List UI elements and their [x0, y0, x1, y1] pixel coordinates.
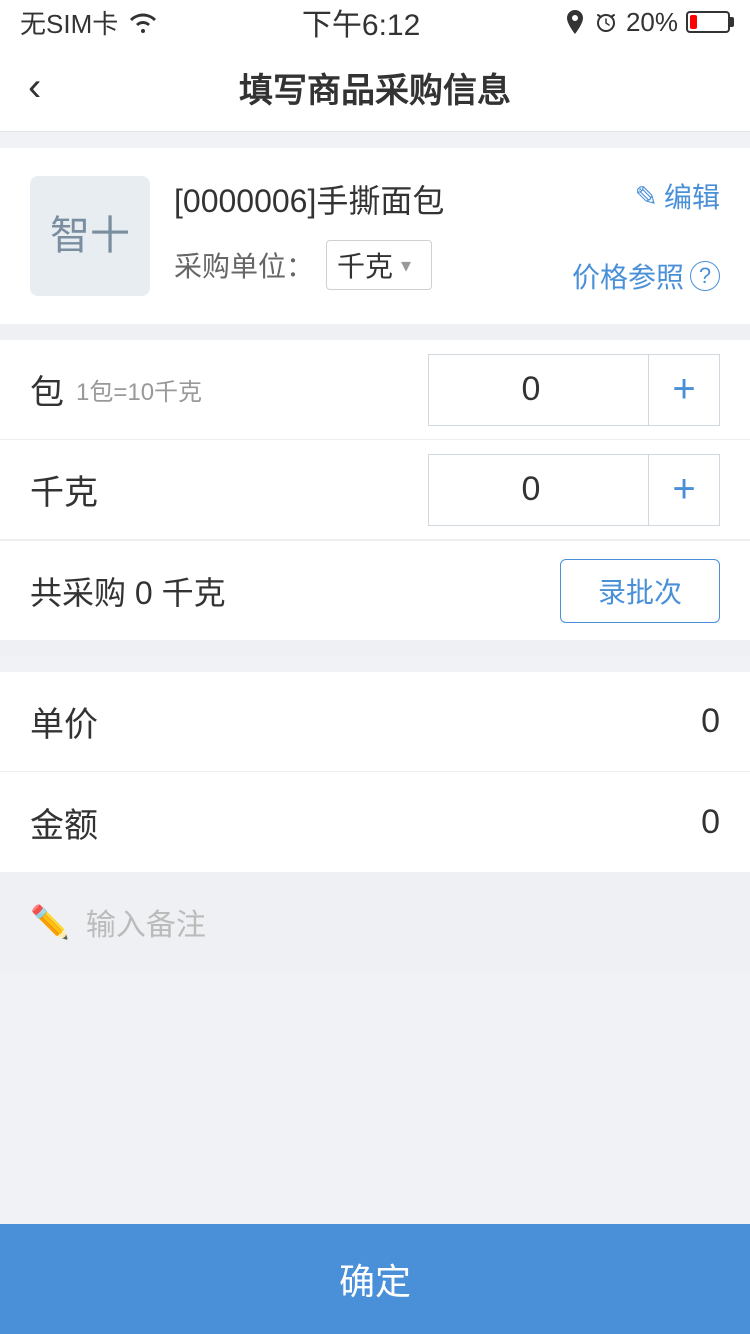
unit-select[interactable]: 千克 ▾: [326, 240, 432, 290]
page-title: 填写商品采购信息: [239, 63, 511, 112]
summary-prefix: 共采购: [30, 575, 126, 611]
unit-value: 千克: [337, 245, 393, 285]
status-right: 20%: [564, 7, 730, 38]
kg-input-row: 千克 +: [0, 440, 750, 540]
kg-input[interactable]: [428, 454, 648, 526]
status-bar: 无SIM卡 下午6:12 20%: [0, 0, 750, 44]
kg-label-text: 千克: [30, 465, 98, 514]
amount-row: 金额 0: [0, 772, 750, 872]
question-icon: ?: [690, 261, 720, 291]
summary-text: 共采购 0 千克: [30, 568, 226, 614]
product-image: 智十: [30, 176, 150, 296]
amount-label: 金额: [30, 798, 98, 847]
price-section: 单价 0 金额 0: [0, 672, 750, 872]
batch-button[interactable]: 录批次: [560, 559, 720, 623]
product-card: 智十 [0000006]手撕面包 采购单位： 千克 ▾ ✎ 编辑 价格参照 ?: [0, 148, 750, 324]
section-divider-1: [0, 324, 750, 340]
kg-plus-button[interactable]: +: [648, 454, 720, 526]
price-ref-label: 价格参照: [572, 256, 684, 296]
nav-bar: ‹ 填写商品采购信息: [0, 44, 750, 132]
battery-icon: [686, 11, 730, 33]
bao-input-row: 包 1包=10千克 +: [0, 340, 750, 440]
confirm-button[interactable]: 确定: [0, 1224, 750, 1334]
edit-icon: ✎: [635, 180, 658, 213]
remark-section[interactable]: ✏️ 输入备注: [0, 872, 750, 972]
pencil-icon: ✏️: [30, 903, 70, 941]
bao-input[interactable]: [428, 354, 648, 426]
unit-label: 采购单位：: [174, 245, 314, 285]
summary-unit: 千克: [162, 575, 226, 611]
bao-label: 包 1包=10千克: [30, 365, 202, 414]
confirm-label: 确定: [339, 1253, 411, 1305]
location-icon: [564, 10, 586, 34]
input-section: 包 1包=10千克 + 千克 + 共采购 0 千克: [0, 340, 750, 640]
wifi-icon: [128, 11, 158, 33]
bao-plus-button[interactable]: +: [648, 354, 720, 426]
bao-label-text: 包: [30, 365, 64, 414]
edit-label: 编辑: [664, 176, 720, 216]
edit-button[interactable]: ✎ 编辑: [635, 176, 720, 216]
unit-price-label: 单价: [30, 697, 98, 746]
kg-quantity-control: +: [428, 454, 720, 526]
back-button[interactable]: ‹: [28, 65, 41, 110]
kg-label: 千克: [30, 465, 98, 514]
summary-row: 共采购 0 千克 录批次: [0, 540, 750, 640]
summary-amount: 0: [135, 575, 153, 611]
unit-price-value: 0: [701, 702, 720, 741]
chevron-down-icon: ▾: [401, 253, 411, 278]
remark-placeholder: 输入备注: [86, 900, 206, 944]
battery-percent: 20%: [626, 7, 678, 38]
status-time: 下午6:12: [302, 0, 420, 44]
product-logo: 智十: [50, 216, 130, 256]
status-left: 无SIM卡: [20, 4, 158, 41]
carrier-label: 无SIM卡: [20, 4, 118, 41]
bao-sublabel: 1包=10千克: [76, 372, 202, 407]
bao-quantity-control: +: [428, 354, 720, 426]
section-divider-2: [0, 640, 750, 656]
price-ref-button[interactable]: 价格参照 ?: [572, 256, 720, 296]
main-content: 智十 [0000006]手撕面包 采购单位： 千克 ▾ ✎ 编辑 价格参照 ?: [0, 148, 750, 1092]
unit-price-row: 单价 0: [0, 672, 750, 772]
amount-value: 0: [701, 803, 720, 842]
alarm-icon: [594, 10, 618, 34]
